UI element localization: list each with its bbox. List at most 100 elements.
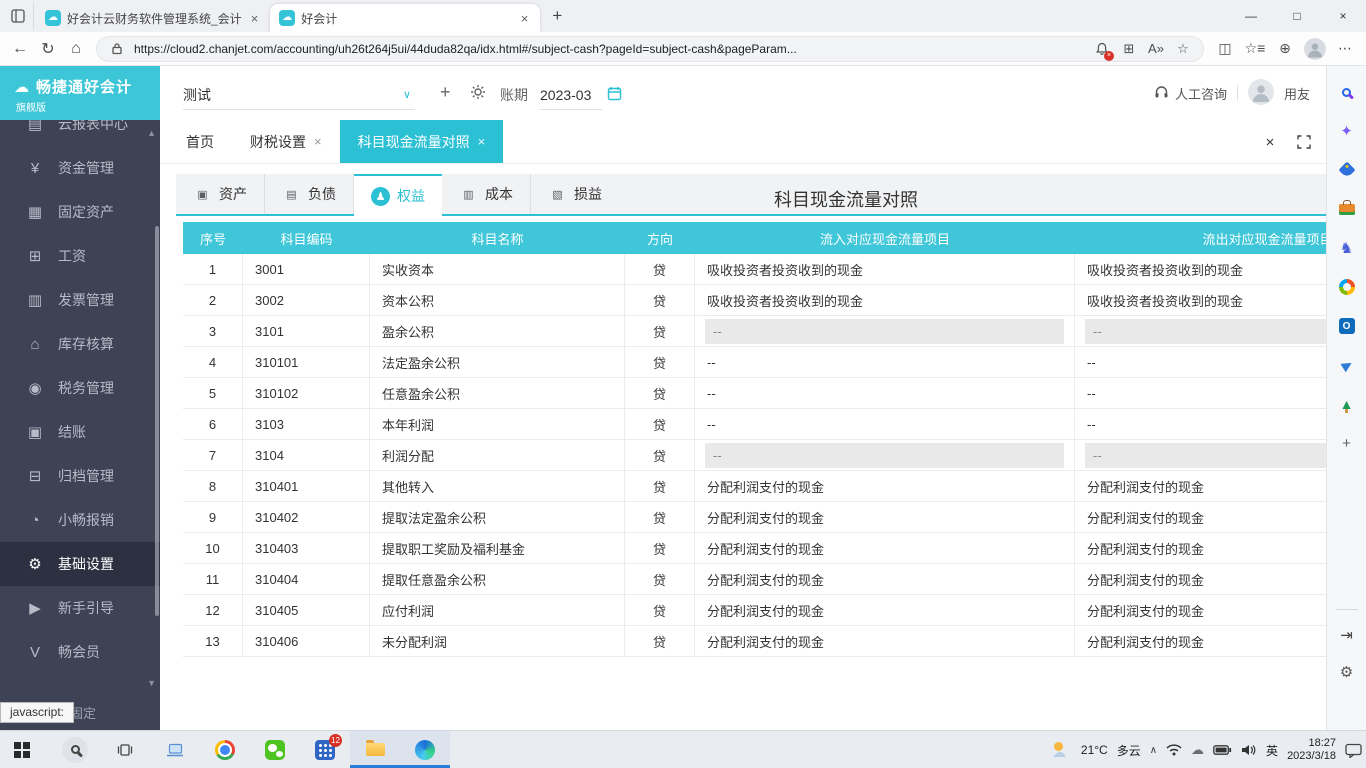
cell-outflow[interactable]: -- xyxy=(1075,347,1326,377)
refresh-icon[interactable]: ↻ xyxy=(34,35,62,63)
cell-inflow[interactable]: -- xyxy=(695,378,1075,408)
read-aloud-icon[interactable]: A» xyxy=(1146,39,1166,59)
weather-temp[interactable]: 21°C xyxy=(1081,743,1108,757)
cell-inflow[interactable]: 分配利润支付的现金 xyxy=(695,564,1075,594)
cell-outflow[interactable]: 吸收投资者投资收到的现金 xyxy=(1075,285,1326,315)
collections-icon[interactable]: ⊕ xyxy=(1270,35,1300,63)
profile-avatar[interactable] xyxy=(1300,35,1330,63)
tab-actions-icon[interactable] xyxy=(8,3,34,29)
sidebar-item-发票管理[interactable]: ▥ 发票管理 xyxy=(0,278,160,322)
onedrive-icon[interactable]: ☁ xyxy=(1191,742,1204,758)
copilot-icon[interactable]: ✦ xyxy=(1335,119,1359,143)
wifi-icon[interactable] xyxy=(1166,744,1182,756)
sidebar-toggle-icon[interactable]: ⇥ xyxy=(1335,623,1359,647)
app-tab-首页[interactable]: 首页 xyxy=(168,120,232,163)
subtab-资产[interactable]: ▣ 资产 xyxy=(176,174,265,214)
sidebar-item-工资[interactable]: ⊞ 工资 xyxy=(0,234,160,278)
microsoft-365-icon[interactable] xyxy=(1335,275,1359,299)
chrome-icon[interactable] xyxy=(200,731,250,768)
workspaces-icon[interactable]: ⊞ xyxy=(1119,39,1139,59)
sidebar-scrollbar[interactable] xyxy=(155,226,159,616)
drop-icon[interactable]: ▶ xyxy=(1335,353,1359,377)
cell-inflow[interactable]: -- xyxy=(695,316,1075,346)
favorites-icon[interactable]: ☆≡ xyxy=(1240,35,1270,63)
weather-desc[interactable]: 多云 xyxy=(1117,742,1141,759)
scroll-up-icon[interactable]: ▲ xyxy=(147,128,156,138)
cell-inflow[interactable]: 分配利润支付的现金 xyxy=(695,502,1075,532)
sidebar-item-归档管理[interactable]: ⊟ 归档管理 xyxy=(0,454,160,498)
company-select[interactable]: 测试 ∨ xyxy=(183,80,415,110)
cell-inflow[interactable]: 分配利润支付的现金 xyxy=(695,533,1075,563)
cell-outflow[interactable]: 分配利润支付的现金 xyxy=(1075,626,1326,656)
cell-outflow[interactable]: -- xyxy=(1075,316,1326,346)
cell-inflow[interactable]: -- xyxy=(695,347,1075,377)
cell-outflow[interactable]: -- xyxy=(1075,440,1326,470)
split-screen-icon[interactable]: ◫ xyxy=(1210,35,1240,63)
subtab-权益[interactable]: ♟ 权益 xyxy=(354,174,442,216)
cell-outflow[interactable]: 分配利润支付的现金 xyxy=(1075,564,1326,594)
cell-outflow[interactable]: 分配利润支付的现金 xyxy=(1075,502,1326,532)
file-explorer-icon[interactable] xyxy=(350,731,400,768)
subtab-成本[interactable]: ▥ 成本 xyxy=(442,174,531,214)
cell-inflow[interactable]: 吸收投资者投资收到的现金 xyxy=(695,285,1075,315)
app-grid-icon[interactable]: 12 xyxy=(300,731,350,768)
sidebar-item-畅会员[interactable]: V 畅会员 xyxy=(0,630,160,674)
tree-icon[interactable]: ▲ xyxy=(1335,392,1359,416)
volume-icon[interactable] xyxy=(1241,744,1257,756)
address-bar[interactable]: https://cloud2.chanjet.com/accounting/uh… xyxy=(96,35,1204,62)
cell-outflow[interactable]: 分配利润支付的现金 xyxy=(1075,595,1326,625)
home-icon[interactable]: ⌂ xyxy=(62,35,90,63)
app-tab-科目现金流量对照[interactable]: 科目现金流量对照 × xyxy=(339,120,504,163)
search-icon[interactable] xyxy=(1335,80,1359,104)
scroll-down-icon[interactable]: ▼ xyxy=(147,678,156,688)
weather-icon[interactable]: ☁ xyxy=(1052,742,1072,760)
lock-icon[interactable] xyxy=(107,39,127,59)
search-icon[interactable] xyxy=(50,731,100,768)
settings-gear-icon[interactable] xyxy=(470,84,486,105)
add-icon[interactable]: + xyxy=(440,82,451,103)
cell-inflow[interactable]: -- xyxy=(695,440,1075,470)
subtab-损益[interactable]: ▧ 损益 xyxy=(531,174,619,214)
battery-icon[interactable] xyxy=(1213,745,1232,755)
outlook-icon[interactable]: O xyxy=(1335,314,1359,338)
period-value[interactable]: 2023-03 xyxy=(540,80,602,110)
tab-close-icon[interactable]: × xyxy=(478,134,486,149)
language-indicator[interactable]: 英 xyxy=(1266,742,1278,759)
task-view-icon[interactable] xyxy=(100,731,150,768)
cell-inflow[interactable]: -- xyxy=(695,409,1075,439)
cell-inflow[interactable]: 吸收投资者投资收到的现金 xyxy=(695,254,1075,284)
app-tab-财税设置[interactable]: 财税设置 × xyxy=(232,120,340,163)
remote-desktop-icon[interactable] xyxy=(150,731,200,768)
clock[interactable]: 18:27 2023/3/18 xyxy=(1287,737,1336,763)
start-icon[interactable] xyxy=(0,731,50,768)
url-text[interactable]: https://cloud2.chanjet.com/accounting/uh… xyxy=(134,42,1085,56)
fullscreen-icon[interactable] xyxy=(1288,120,1320,164)
sidebar-item-基础设置[interactable]: ⚙ 基础设置 xyxy=(0,542,160,586)
subtab-负债[interactable]: ▤ 负债 xyxy=(265,174,354,214)
more-icon[interactable]: ⋯ xyxy=(1330,35,1360,63)
cell-inflow[interactable]: 分配利润支付的现金 xyxy=(695,595,1075,625)
tab-close-icon[interactable]: × xyxy=(248,11,262,26)
add-icon[interactable]: + xyxy=(1335,431,1359,455)
support-button[interactable]: 人工咨询 xyxy=(1154,84,1227,103)
chat-icon[interactable] xyxy=(1345,743,1362,758)
shopping-icon[interactable] xyxy=(1335,158,1359,182)
back-icon[interactable]: ← xyxy=(6,35,34,63)
cell-outflow[interactable]: 分配利润支付的现金 xyxy=(1075,471,1326,501)
games-icon[interactable]: ♞ xyxy=(1335,236,1359,260)
cell-outflow[interactable]: 吸收投资者投资收到的现金 xyxy=(1075,254,1326,284)
cell-outflow[interactable]: -- xyxy=(1075,409,1326,439)
add-favorite-icon[interactable]: ☆ xyxy=(1173,39,1193,59)
browser-tab[interactable]: ☁ 好会计 × xyxy=(270,4,541,32)
close-all-icon[interactable]: × xyxy=(1254,120,1286,164)
calendar-icon[interactable] xyxy=(607,86,622,104)
settings-icon[interactable]: ⚙ xyxy=(1335,660,1359,684)
tab-close-icon[interactable]: × xyxy=(518,11,532,26)
close-button[interactable]: × xyxy=(1320,0,1366,32)
cell-outflow[interactable]: -- xyxy=(1075,378,1326,408)
sidebar-item-资金管理[interactable]: ¥ 资金管理 xyxy=(0,146,160,190)
browser-tab[interactable]: ☁ 好会计云财务软件管理系统_会计 × xyxy=(36,4,270,32)
cell-inflow[interactable]: 分配利润支付的现金 xyxy=(695,626,1075,656)
hidden-icons-chevron[interactable]: ∧ xyxy=(1150,745,1157,756)
avatar-icon[interactable] xyxy=(1247,78,1274,108)
